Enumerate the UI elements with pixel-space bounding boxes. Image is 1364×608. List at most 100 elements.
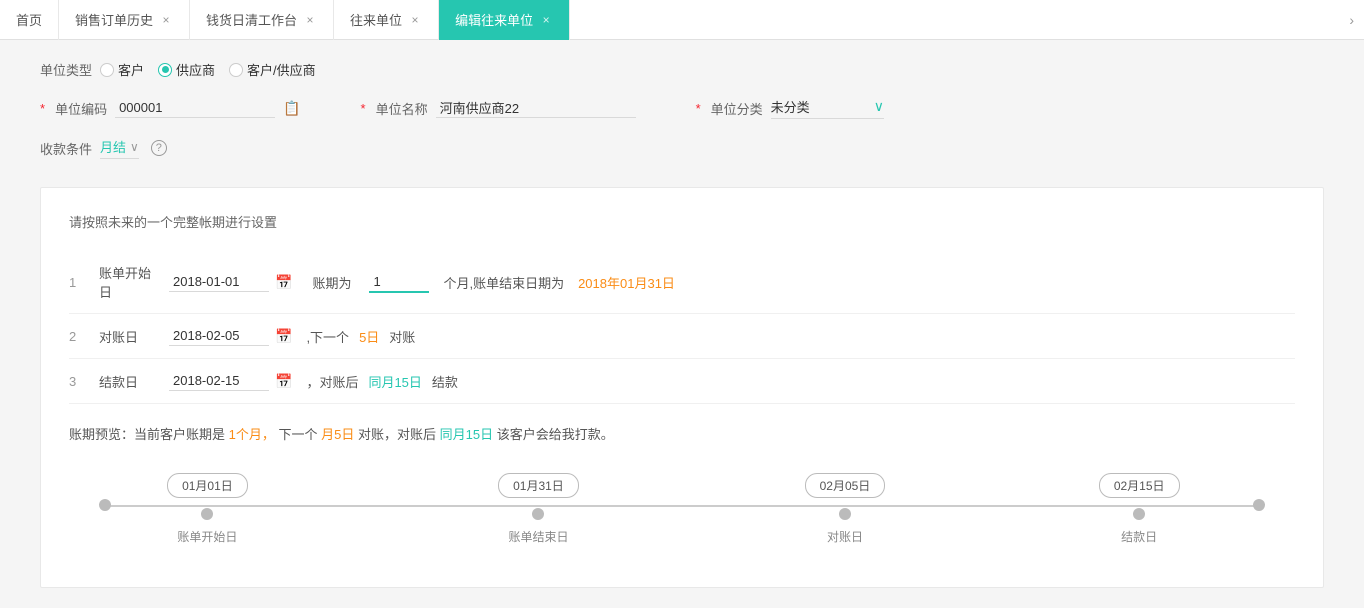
tab-sales-order[interactable]: 销售订单历史 × xyxy=(59,0,190,40)
form-row-fields: * 单位编码 📋 * 单位名称 * 单位分类 未分类 ∨ xyxy=(40,97,1324,119)
tab-contacts-close[interactable]: × xyxy=(408,13,422,27)
billing-row-1: 1 账单开始日 📅 账期为 个月,账单结束日期为 2018年01月31日 xyxy=(69,251,1295,314)
timeline-container: 01月01日 账单开始日 01月31日 账单结束日 xyxy=(69,473,1295,563)
unit-name-group: * 单位名称 xyxy=(361,98,636,118)
page-content: 单位类型 客户 供应商 客户/供应商 xyxy=(0,40,1364,608)
preview-after: 对账，对账后 xyxy=(358,427,436,442)
tab-home-label: 首页 xyxy=(16,10,42,29)
unit-code-icon[interactable]: 📋 xyxy=(283,100,300,117)
start-date-input[interactable] xyxy=(169,272,269,292)
form-row-payment: 收款条件 月结 ∨ ? xyxy=(40,137,1324,159)
tl-dot-4 xyxy=(1133,508,1145,520)
row-num-3: 3 xyxy=(69,374,89,389)
tabs-arrow[interactable]: › xyxy=(1339,12,1364,28)
payment-terms-value: 月结 xyxy=(100,137,126,156)
unit-name-label: 单位名称 xyxy=(376,99,428,118)
payment-date-input[interactable] xyxy=(169,371,269,391)
unit-category-label: 单位分类 xyxy=(711,99,763,118)
billing-row-3: 3 结款日 📅 ，对账后 同月15日 结款 xyxy=(69,359,1295,404)
timeline-left-dot xyxy=(99,499,111,511)
preview-prefix: 账期预览：当前客户账期是 xyxy=(69,427,225,442)
payment-desc-highlight: 同月15日 xyxy=(368,372,421,391)
unit-category-star: * xyxy=(696,101,701,116)
reconcile-desc-highlight: 5日 xyxy=(359,327,379,346)
radio-customer[interactable]: 客户 xyxy=(100,60,144,79)
tabs-bar: 首页 销售订单历史 × 钱货日清工作台 × 往来单位 × 编辑往来单位 × › xyxy=(0,0,1364,40)
tl-label-2: 账单结束日 xyxy=(508,528,568,545)
reconcile-desc-suffix: 对账 xyxy=(389,327,415,346)
tab-cash-work[interactable]: 钱货日清工作台 × xyxy=(190,0,334,40)
tl-dot-2 xyxy=(532,508,544,520)
preview-day: 月5日 xyxy=(321,427,354,442)
tl-node-3: 02月05日 对账日 xyxy=(805,473,886,545)
cal-icon-2[interactable]: 📅 xyxy=(275,328,292,345)
billing-row-2: 2 对账日 📅 ,下一个 5日 对账 xyxy=(69,314,1295,359)
tl-pill-2: 01月31日 xyxy=(498,473,579,498)
preview-middle: 下一个 xyxy=(279,427,318,442)
tl-pill-3: 02月05日 xyxy=(805,473,886,498)
radio-group: 客户 供应商 客户/供应商 xyxy=(100,60,316,79)
billing-panel: 请按照未来的一个完整帐期进行设置 1 账单开始日 📅 账期为 个月,账单结束日期… xyxy=(40,187,1324,588)
tl-pill-1: 01月01日 xyxy=(167,473,248,498)
tab-sales-order-close[interactable]: × xyxy=(159,13,173,27)
date-input-wrap-1: 📅 xyxy=(169,272,292,292)
payment-terms-select[interactable]: 月结 ∨ xyxy=(100,137,139,159)
preview-section: 账期预览：当前客户账期是 1个月， 下一个 月5日 对账，对账后 同月15日 该… xyxy=(69,424,1295,443)
cal-icon-3[interactable]: 📅 xyxy=(275,373,292,390)
row-num-2: 2 xyxy=(69,329,89,344)
timeline-right-dot xyxy=(1253,499,1265,511)
radio-both-label: 客户/供应商 xyxy=(247,60,316,79)
row-title-1: 账单开始日 xyxy=(99,263,159,301)
unit-code-input[interactable] xyxy=(115,98,275,118)
row-title-2: 对账日 xyxy=(99,327,159,346)
preview-end: 该客户会给我打款。 xyxy=(497,427,614,442)
cal-icon-1[interactable]: 📅 xyxy=(275,274,292,291)
unit-code-star: * xyxy=(40,101,45,116)
tab-edit-contacts-close[interactable]: × xyxy=(539,13,553,27)
unit-category-dropdown-icon: ∨ xyxy=(874,98,884,115)
tab-contacts-label: 往来单位 xyxy=(350,10,402,29)
tl-label-1: 账单开始日 xyxy=(177,528,237,545)
panel-hint: 请按照未来的一个完整帐期进行设置 xyxy=(69,212,1295,231)
tab-contacts[interactable]: 往来单位 × xyxy=(334,0,439,40)
payment-terms-label: 收款条件 xyxy=(40,139,92,158)
payment-terms-arrow: ∨ xyxy=(130,140,139,154)
period-end-date: 2018年01月31日 xyxy=(578,273,675,292)
radio-supplier-circle xyxy=(158,63,172,77)
tab-edit-contacts[interactable]: 编辑往来单位 × xyxy=(439,0,570,40)
radio-both[interactable]: 客户/供应商 xyxy=(229,60,316,79)
tl-dot-3 xyxy=(839,508,851,520)
tab-cash-work-label: 钱货日清工作台 xyxy=(206,10,297,29)
reconcile-date-input[interactable] xyxy=(169,326,269,346)
date-input-wrap-2: 📅 xyxy=(169,326,292,346)
tl-pill-4: 02月15日 xyxy=(1099,473,1180,498)
period-unit: 个月,账单结束日期为 xyxy=(443,273,564,292)
tl-label-4: 结款日 xyxy=(1121,528,1157,545)
tab-cash-work-close[interactable]: × xyxy=(303,13,317,27)
tl-dot-1 xyxy=(201,508,213,520)
tab-edit-contacts-label: 编辑往来单位 xyxy=(455,10,533,29)
period-value-input[interactable] xyxy=(369,272,429,293)
unit-name-input[interactable] xyxy=(436,98,636,118)
form-section: 单位类型 客户 供应商 客户/供应商 xyxy=(40,60,1324,588)
radio-supplier-label: 供应商 xyxy=(176,60,215,79)
radio-both-circle xyxy=(229,63,243,77)
unit-code-label: 单位编码 xyxy=(55,99,107,118)
payment-desc-suffix: 结款 xyxy=(432,372,458,391)
preview-months: 1个月， xyxy=(229,427,275,442)
date-input-wrap-3: 📅 xyxy=(169,371,292,391)
form-row-unit-type: 单位类型 客户 供应商 客户/供应商 xyxy=(40,60,1324,79)
unit-name-star: * xyxy=(361,101,366,116)
tab-home[interactable]: 首页 xyxy=(0,0,59,40)
radio-supplier[interactable]: 供应商 xyxy=(158,60,215,79)
tl-node-2: 01月31日 账单结束日 xyxy=(498,473,579,545)
radio-customer-circle xyxy=(100,63,114,77)
tl-node-1: 01月01日 账单开始日 xyxy=(167,473,248,545)
radio-customer-label: 客户 xyxy=(118,60,144,79)
row-num-1: 1 xyxy=(69,275,89,290)
tab-sales-order-label: 销售订单历史 xyxy=(75,10,153,29)
payment-desc-prefix: ，对账后 xyxy=(306,372,358,391)
unit-category-select[interactable]: 未分类 ∨ xyxy=(771,97,884,119)
unit-type-label: 单位类型 xyxy=(40,60,92,79)
help-icon[interactable]: ? xyxy=(151,140,167,156)
